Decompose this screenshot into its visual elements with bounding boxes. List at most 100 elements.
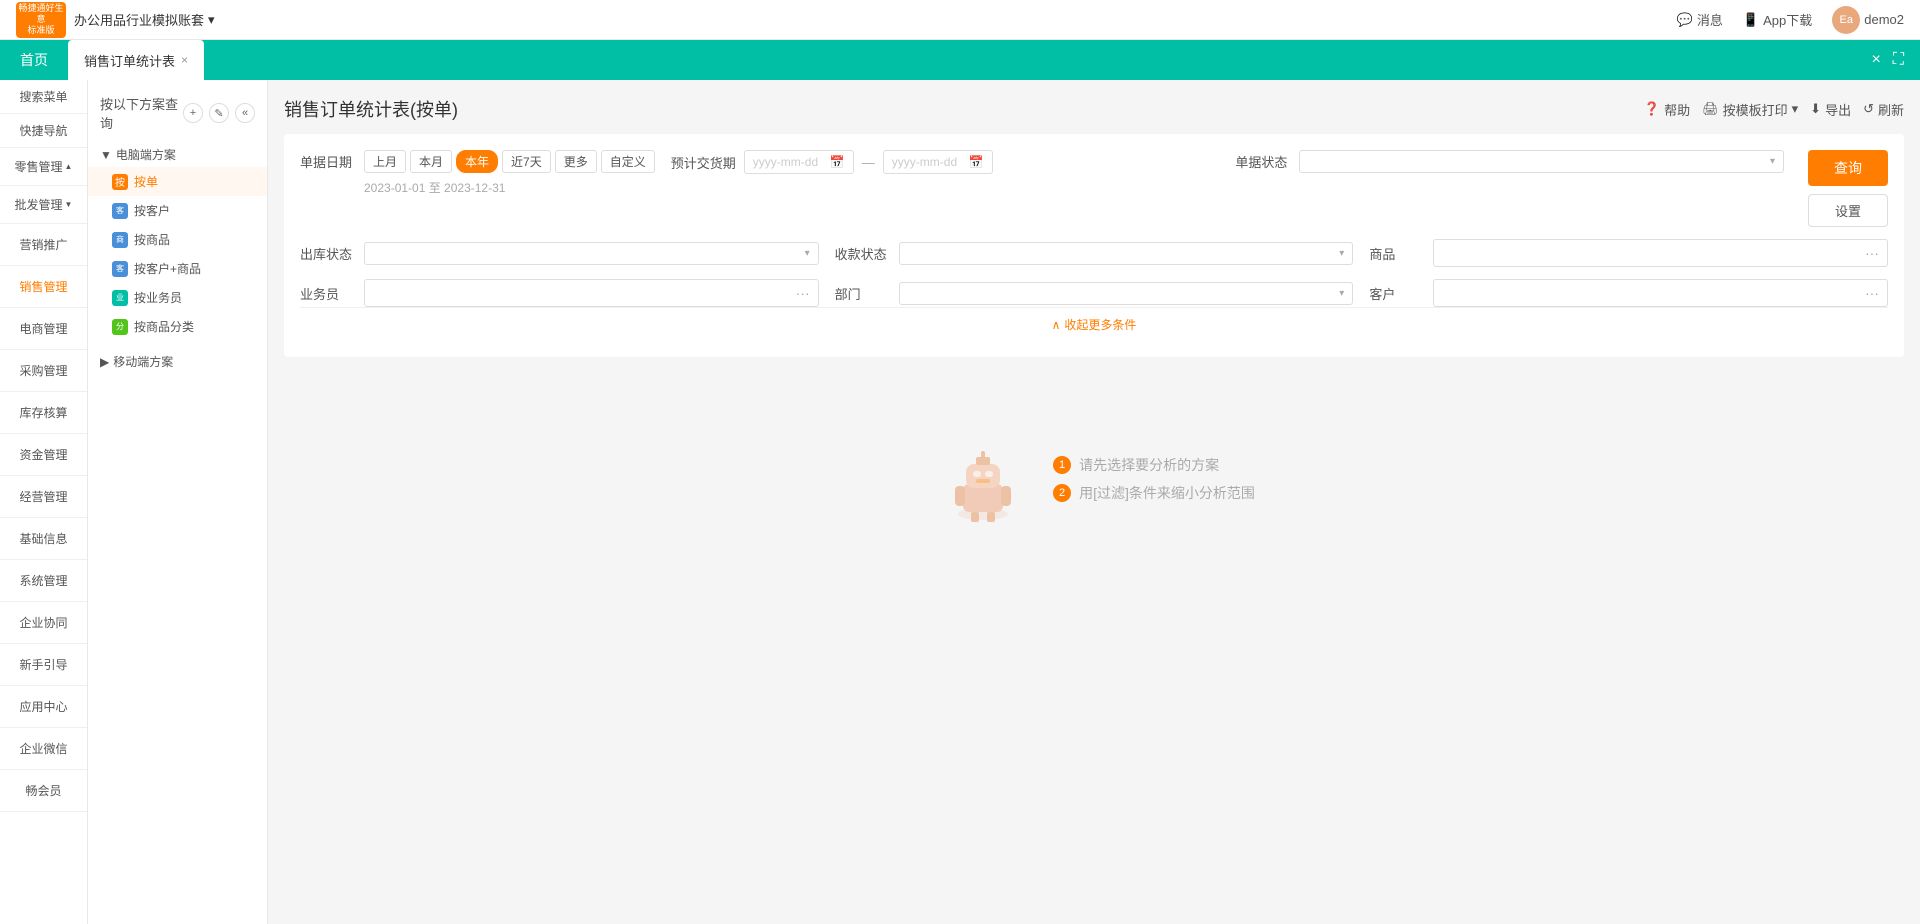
delivery-label: 出库状态 (300, 244, 356, 263)
empty-state: 1 请先选择要分析的方案 2 用[过滤]条件来缩小分析范围 (284, 369, 1904, 589)
sidebar-item-wholesale[interactable]: 批发管理 (0, 186, 87, 224)
scheme-icon-customer-product: 客 (112, 261, 128, 277)
customer-dots-icon[interactable]: ··· (1865, 285, 1879, 301)
product-select[interactable]: ··· (1433, 239, 1888, 267)
sidebar-item-member[interactable]: 畅会员 (0, 770, 87, 812)
logo: 畅捷通好生意 标准版 (16, 2, 66, 38)
last-month-btn[interactable]: 上月 (364, 150, 406, 173)
sidebar-item-finance[interactable]: 资金管理 (0, 434, 87, 476)
app-download-btn[interactable]: 📱 App下载 (1743, 10, 1812, 29)
scheme-group-mobile-arrow: ▶ (100, 355, 109, 369)
scheme-group-mobile-title[interactable]: ▶ 移动端方案 (88, 349, 267, 374)
scheme-item-label-by-category: 按商品分类 (134, 318, 194, 335)
this-year-btn[interactable]: 本年 (456, 150, 498, 173)
app-name: 办公用品行业模拟账套 (74, 10, 204, 29)
scheme-item-by-order[interactable]: 按 按单 (88, 167, 267, 196)
app-selector[interactable]: 办公用品行业模拟账套 ▾ (74, 10, 215, 29)
scheme-icon-customer: 客 (112, 203, 128, 219)
tab-home[interactable]: 首页 (0, 40, 68, 80)
sidebar-item-enterprise[interactable]: 企业协同 (0, 602, 87, 644)
scheme-item-label-by-order: 按单 (134, 173, 158, 190)
sidebar-item-label-wholesale: 批发管理 (15, 196, 63, 213)
custom-btn[interactable]: 自定义 (601, 150, 655, 173)
query-actions: 查询 设置 (1808, 150, 1888, 227)
scheme-item-by-customer-product[interactable]: 客 按客户+商品 (88, 254, 267, 283)
payment-arrow-icon: ▾ (1339, 248, 1344, 259)
tab-minimize-icon[interactable]: × (1871, 51, 1880, 69)
customer-filter: 客户 ··· (1369, 279, 1888, 307)
sidebar-item-newguide[interactable]: 新手引导 (0, 644, 87, 686)
sidebar-item-marketing[interactable]: 营销推广 (0, 224, 87, 266)
content: 按以下方案查询 + ✎ « ▼ 电脑端方案 按 按单 客 按客户 (88, 80, 1920, 924)
this-month-btn[interactable]: 本月 (410, 150, 452, 173)
salesperson-dots-icon[interactable]: ··· (796, 285, 810, 301)
tab-sales-stats[interactable]: 销售订单统计表 × (68, 40, 204, 80)
topbar-left: 畅捷通好生意 标准版 办公用品行业模拟账套 ▾ (16, 2, 215, 38)
sidebar-item-label-purchase: 采购管理 (19, 362, 67, 379)
more-btn[interactable]: 更多 (555, 150, 597, 173)
hint-text2: 用[过滤]条件来缩小分析范围 (1079, 483, 1255, 503)
print-btn[interactable]: 🖨 按模板打印 ▾ (1702, 100, 1798, 119)
message-btn[interactable]: 💬 消息 (1677, 10, 1723, 29)
sidebar-search[interactable]: 搜索菜单 (0, 80, 87, 114)
salesperson-filter: 业务员 ··· (300, 279, 819, 307)
message-icon: 💬 (1677, 12, 1693, 28)
collapse-bar[interactable]: ∧ 收起更多条件 (300, 307, 1888, 341)
last7days-btn[interactable]: 近7天 (502, 150, 551, 173)
customer-select[interactable]: ··· (1433, 279, 1888, 307)
product-filter: 商品 ··· (1369, 239, 1888, 267)
query-btn[interactable]: 查询 (1808, 150, 1888, 186)
scheme-icon-salesperson: 业 (112, 290, 128, 306)
scheme-collapse-btn[interactable]: « (235, 103, 255, 123)
sidebar-item-sales[interactable]: 销售管理 (0, 266, 87, 308)
calendar-icon2: 📅 (969, 155, 984, 169)
expected-date-label: 预计交货期 (671, 153, 736, 172)
tab-maximize-icon[interactable]: ⛶ (1893, 51, 1904, 69)
tab-close-icon[interactable]: × (181, 53, 188, 67)
sidebar-item-purchase[interactable]: 采购管理 (0, 350, 87, 392)
sidebar-item-corpwechat[interactable]: 企业微信 (0, 728, 87, 770)
sidebar-item-operations[interactable]: 经营管理 (0, 476, 87, 518)
scheme-group-pc-arrow: ▼ (100, 148, 112, 162)
refresh-btn[interactable]: ↺ 刷新 (1863, 100, 1904, 119)
expected-date-end-input[interactable]: yyyy-mm-dd 📅 (883, 150, 993, 174)
date-range-text: 2023-01-01 至 2023-12-31 (364, 179, 655, 196)
expected-date-start-input[interactable]: yyyy-mm-dd 📅 (744, 150, 854, 174)
scheme-icon-product: 商 (112, 232, 128, 248)
scheme-item-by-customer[interactable]: 客 按客户 (88, 196, 267, 225)
scheme-item-by-salesperson[interactable]: 业 按业务员 (88, 283, 267, 312)
sidebar-item-system[interactable]: 系统管理 (0, 560, 87, 602)
sidebar-item-basicinfo[interactable]: 基础信息 (0, 518, 87, 560)
tab-actions: × ⛶ (1871, 51, 1904, 69)
reset-btn[interactable]: 设置 (1808, 194, 1888, 227)
delivery-select[interactable]: ▾ (364, 242, 819, 265)
sidebar-item-appcenter[interactable]: 应用中心 (0, 686, 87, 728)
product-dots-icon[interactable]: ··· (1865, 245, 1879, 261)
scheme-item-by-product[interactable]: 商 按商品 (88, 225, 267, 254)
sidebar-item-label-operations: 经营管理 (19, 488, 67, 505)
scheme-item-by-category[interactable]: 分 按商品分类 (88, 312, 267, 341)
sidebar-item-label-corpwechat: 企业微信 (19, 740, 67, 757)
sidebar-item-label-member: 畅会员 (25, 782, 61, 799)
sidebar-item-inventory[interactable]: 库存核算 (0, 392, 87, 434)
status-select[interactable]: ▾ (1299, 150, 1784, 173)
help-btn[interactable]: ❓ 帮助 (1644, 100, 1690, 119)
user-avatar-area[interactable]: Ea demo2 (1832, 6, 1904, 34)
export-icon: ⬇ (1810, 101, 1821, 117)
page-header: 销售订单统计表(按单) ❓ 帮助 🖨 按模板打印 ▾ ⬇ 导出 (284, 96, 1904, 122)
filter-card: 单据日期 上月 本月 本年 近7天 更多 自定义 2023-01-01 至 20… (284, 134, 1904, 357)
sidebar-item-label-finance: 资金管理 (19, 446, 67, 463)
sidebar-item-ecommerce[interactable]: 电商管理 (0, 308, 87, 350)
scheme-edit-btn[interactable]: ✎ (209, 103, 229, 123)
scheme-group-pc-title[interactable]: ▼ 电脑端方案 (88, 142, 267, 167)
dept-select[interactable]: ▾ (899, 282, 1354, 305)
collapse-arrow-icon: ∧ (1052, 318, 1061, 332)
payment-select[interactable]: ▾ (899, 242, 1354, 265)
help-icon: ❓ (1644, 101, 1660, 117)
export-btn[interactable]: ⬇ 导出 (1810, 100, 1851, 119)
sidebar-item-retail[interactable]: 零售管理 (0, 148, 87, 186)
salesperson-select[interactable]: ··· (364, 279, 819, 307)
sidebar-quick-nav[interactable]: 快捷导航 (0, 114, 87, 148)
delivery-filter: 出库状态 ▾ (300, 239, 819, 267)
scheme-add-btn[interactable]: + (183, 103, 203, 123)
